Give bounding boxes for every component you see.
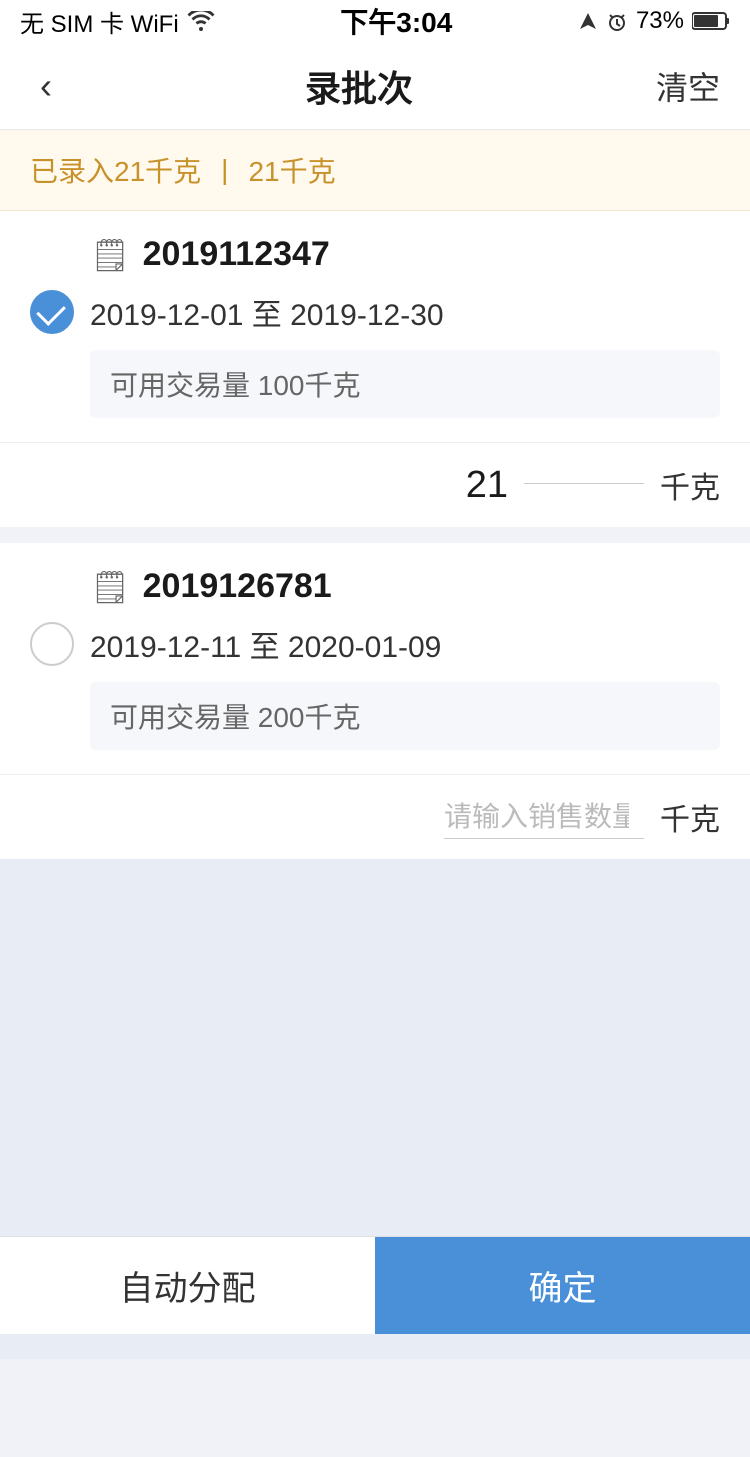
batch-card-2: 🗒 2019126781 2019-12-11 至 2020-01-09 可用交… [0,543,750,859]
batch-checkbox-1[interactable] [30,290,74,334]
batch-id-1: 2019112347 [143,235,330,274]
batch-card-1: 🗒 2019112347 2019-12-01 至 2019-12-30 可用交… [0,211,750,527]
batch-id-2: 2019126781 [143,567,332,606]
page-title: 录批次 [305,60,413,112]
location-icon [578,11,598,31]
confirm-button[interactable]: 确定 [375,1237,750,1334]
batch-doc-icon-1: 🗒 [90,236,131,274]
batch-date-2: 2019-12-11 至 2020-01-09 [90,622,441,666]
unit-1: 千克 [660,463,720,507]
batch-separator [0,527,750,543]
nav-bar: ‹ 录批次 清空 [0,42,750,130]
batch-available-qty-1: 可用交易量 100千克 [110,370,361,401]
batch-checkbox-2[interactable] [30,622,74,666]
unit-2: 千克 [660,795,720,839]
back-button[interactable]: ‹ [30,55,62,117]
battery-text: 73% [636,7,684,35]
summary-label: 已录入21千克 [30,150,201,190]
summary-divider: | [221,154,228,186]
input-value-1: 21 [466,464,508,507]
auto-distribute-button[interactable]: 自动分配 [0,1237,375,1334]
summary-bar: 已录入21千克 | 21千克 [0,130,750,211]
input-row-2: 千克 [0,774,750,859]
bottom-buttons: 自动分配 确定 [0,1236,750,1334]
input-row-1: 21 千克 [0,442,750,527]
status-time: 下午3:04 [340,1,452,41]
battery-icon [692,11,730,31]
batch-date-1: 2019-12-01 至 2019-12-30 [90,290,444,334]
wifi-icon [187,11,215,31]
quantity-input-2[interactable] [444,796,644,839]
input-underline-1 [524,483,644,484]
batch-doc-icon-2: 🗒 [90,568,131,606]
batch-available-qty-2: 可用交易量 200千克 [110,702,361,733]
clear-button[interactable]: 清空 [656,63,720,109]
alarm-icon [606,10,628,32]
status-bar: 无 SIM 卡 WiFi 下午3:04 73% [0,0,750,42]
summary-value: 21千克 [248,150,335,190]
no-sim-text: 无 SIM 卡 WiFi [20,4,179,39]
